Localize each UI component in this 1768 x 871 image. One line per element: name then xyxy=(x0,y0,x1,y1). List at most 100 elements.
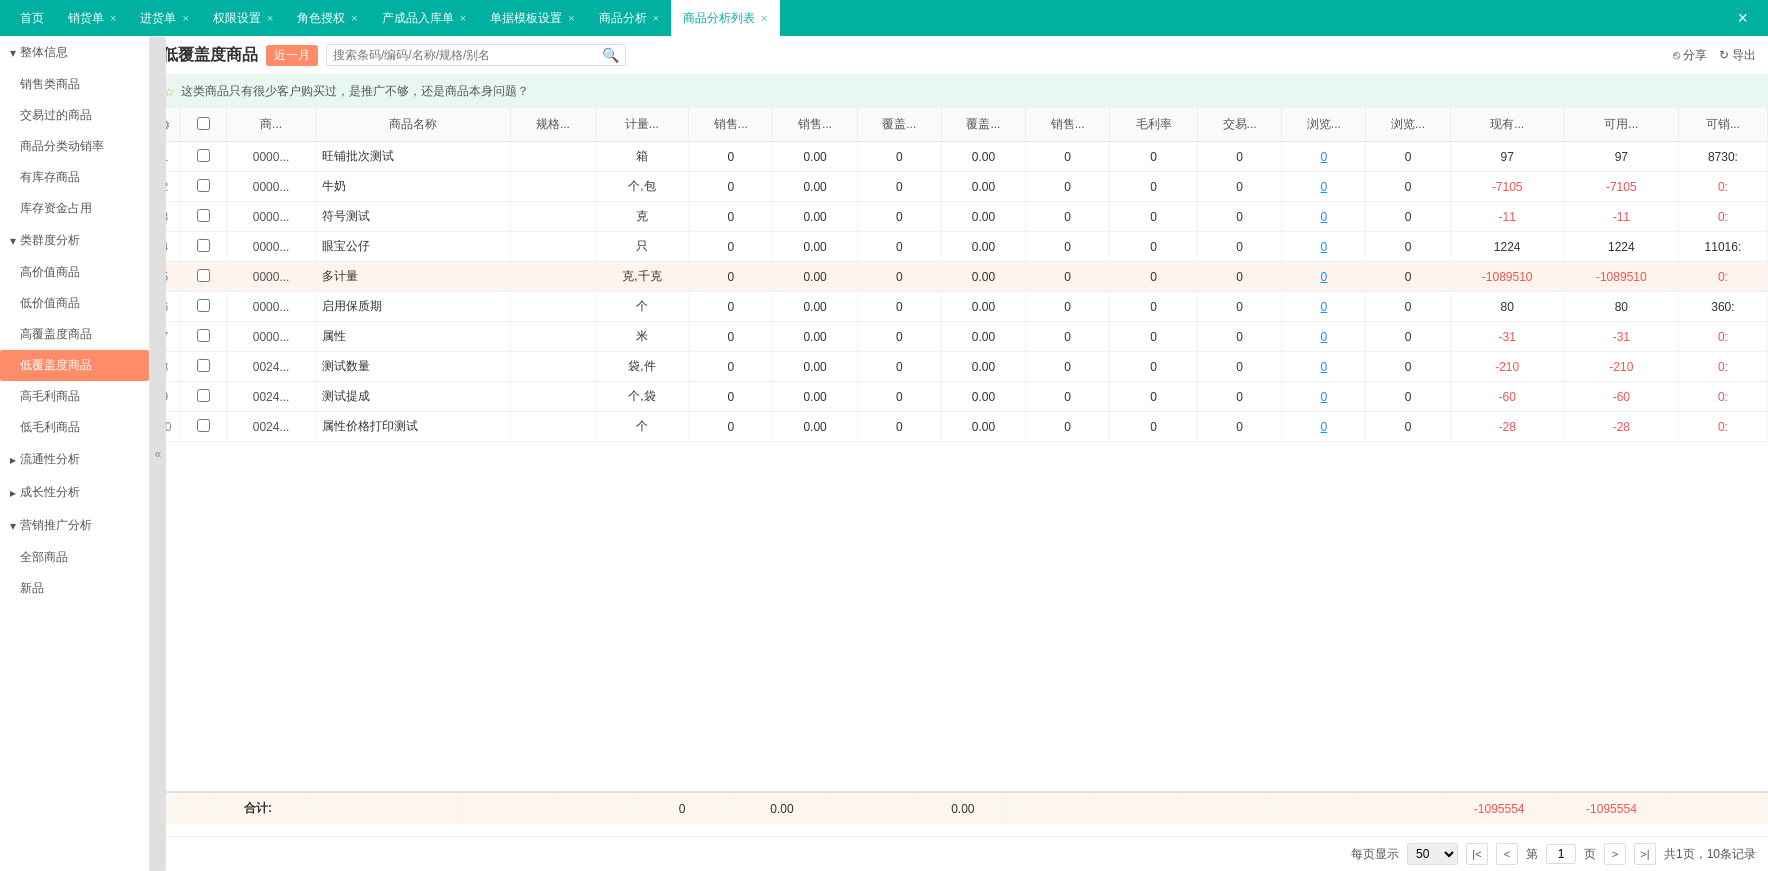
page-number-input[interactable] xyxy=(1546,844,1576,864)
row-code: 0000... xyxy=(227,142,316,172)
sidebar-item-low-value[interactable]: 低价值商品 xyxy=(0,288,149,319)
sidebar-item-all-goods[interactable]: 全部商品 xyxy=(0,542,149,573)
nav-sales-order[interactable]: 销货单 × xyxy=(56,0,128,36)
col-trade-header[interactable]: 交易... xyxy=(1198,108,1282,142)
search-icon[interactable]: 🔍 xyxy=(602,47,619,63)
chevron-down-icon: ▾ xyxy=(10,46,16,60)
col-gross-rate-header[interactable]: 毛利率 xyxy=(1110,108,1198,142)
totals-sales-qty: 0 xyxy=(632,793,732,824)
row-select-checkbox[interactable] xyxy=(197,269,210,282)
row-select-checkbox[interactable] xyxy=(197,329,210,342)
sidebar-item-inventory-capital[interactable]: 库存资金占用 xyxy=(0,193,149,224)
row-select-checkbox[interactable] xyxy=(197,209,210,222)
window-close-button[interactable]: × xyxy=(1725,8,1760,29)
row-browse1[interactable]: 0 xyxy=(1282,262,1366,292)
col-browse1-header[interactable]: 浏览... xyxy=(1282,108,1366,142)
col-available-header[interactable]: 可用... xyxy=(1564,108,1678,142)
sidebar-item-in-stock-goods[interactable]: 有库存商品 xyxy=(0,162,149,193)
sidebar-item-category-sales-rate[interactable]: 商品分类动销率 xyxy=(0,131,149,162)
sidebar-section-circulation[interactable]: ▸ 流通性分析 xyxy=(0,443,149,476)
nav-close-icon[interactable]: × xyxy=(351,12,357,24)
row-browse1[interactable]: 0 xyxy=(1282,412,1366,442)
col-code-header[interactable]: 商... xyxy=(227,108,316,142)
row-select-checkbox[interactable] xyxy=(197,239,210,252)
col-current-header[interactable]: 现有... xyxy=(1450,108,1564,142)
row-sales-ord: 0 xyxy=(1026,172,1110,202)
period-button[interactable]: 近一月 xyxy=(266,45,318,66)
row-code: 0000... xyxy=(227,322,316,352)
data-table-wrapper: ⚙ 商... 商品名称 规格... 计量... 销售... 销售... 覆盖..… xyxy=(150,108,1768,791)
nav-permission-settings[interactable]: 权限设置 × xyxy=(201,0,285,36)
sidebar-item-high-profit[interactable]: 高毛利商品 xyxy=(0,381,149,412)
row-browse1[interactable]: 0 xyxy=(1282,232,1366,262)
row-sellable: 0: xyxy=(1678,322,1767,352)
sidebar-item-high-coverage[interactable]: 高覆盖度商品 xyxy=(0,319,149,350)
page-size-select[interactable]: 50 20 100 xyxy=(1407,843,1458,865)
sidebar-section-marketing[interactable]: ▾ 营销推广分析 xyxy=(0,509,149,542)
export-button[interactable]: ↻ 导出 xyxy=(1719,47,1756,64)
nav-close-icon[interactable]: × xyxy=(568,12,574,24)
col-unit-header[interactable]: 计量... xyxy=(595,108,689,142)
page-next-button[interactable]: > xyxy=(1604,843,1626,865)
nav-close-icon[interactable]: × xyxy=(653,12,659,24)
row-sales-qty: 0 xyxy=(689,382,773,412)
sidebar-collapse-button[interactable]: « xyxy=(150,36,166,871)
select-all-checkbox[interactable] xyxy=(197,117,210,130)
row-select-checkbox[interactable] xyxy=(197,149,210,162)
row-available: -1089510 xyxy=(1564,262,1678,292)
row-sales-ord: 0 xyxy=(1026,322,1110,352)
sidebar-item-new-goods[interactable]: 新品 xyxy=(0,573,149,604)
horizontal-scrollbar[interactable] xyxy=(150,824,1768,836)
sidebar-item-traded-goods[interactable]: 交易过的商品 xyxy=(0,100,149,131)
row-browse1[interactable]: 0 xyxy=(1282,352,1366,382)
col-coverage2-header[interactable]: 覆盖... xyxy=(941,108,1025,142)
row-browse1[interactable]: 0 xyxy=(1282,172,1366,202)
nav-close-icon[interactable]: × xyxy=(182,12,188,24)
nav-template-settings[interactable]: 单据模板设置 × xyxy=(478,0,586,36)
row-select-checkbox[interactable] xyxy=(197,179,210,192)
row-select-checkbox[interactable] xyxy=(197,389,210,402)
row-spec xyxy=(511,232,595,262)
row-browse1[interactable]: 0 xyxy=(1282,292,1366,322)
page-first-button[interactable]: |< xyxy=(1466,843,1488,865)
col-browse2-header[interactable]: 浏览... xyxy=(1366,108,1450,142)
row-browse1[interactable]: 0 xyxy=(1282,202,1366,232)
sidebar-item-sales-goods[interactable]: 销售类商品 xyxy=(0,69,149,100)
sidebar-section-growth[interactable]: ▸ 成长性分析 xyxy=(0,476,149,509)
nav-close-icon[interactable]: × xyxy=(460,12,466,24)
row-current: -210 xyxy=(1450,352,1564,382)
search-input[interactable] xyxy=(333,48,602,62)
nav-product-analysis[interactable]: 商品分析 × xyxy=(587,0,671,36)
nav-close-icon[interactable]: × xyxy=(761,12,767,24)
page-last-button[interactable]: >| xyxy=(1634,843,1656,865)
sidebar-section-overall[interactable]: ▾ 整体信息 xyxy=(0,36,149,69)
share-button[interactable]: ⎋ 分享 xyxy=(1673,47,1707,64)
totals-sales-amt: 0.00 xyxy=(732,793,832,824)
sidebar-item-low-profit[interactable]: 低毛利商品 xyxy=(0,412,149,443)
sidebar-item-high-value[interactable]: 高价值商品 xyxy=(0,257,149,288)
page-prev-button[interactable]: < xyxy=(1496,843,1518,865)
col-coverage1-header[interactable]: 覆盖... xyxy=(857,108,941,142)
row-code: 0024... xyxy=(227,382,316,412)
nav-role-auth[interactable]: 角色授权 × xyxy=(285,0,369,36)
row-select-checkbox[interactable] xyxy=(197,419,210,432)
nav-close-icon[interactable]: × xyxy=(267,12,273,24)
sidebar-section-cluster[interactable]: ▾ 类群度分析 xyxy=(0,224,149,257)
col-sales-qty-header[interactable]: 销售... xyxy=(689,108,773,142)
row-browse1[interactable]: 0 xyxy=(1282,322,1366,352)
row-select-checkbox[interactable] xyxy=(197,299,210,312)
nav-close-icon[interactable]: × xyxy=(110,12,116,24)
col-sales-order-header[interactable]: 销售... xyxy=(1026,108,1110,142)
col-name-header[interactable]: 商品名称 xyxy=(316,108,511,142)
nav-product-inbound[interactable]: 产成品入库单 × xyxy=(370,0,478,36)
nav-home[interactable]: 首页 xyxy=(8,0,56,36)
row-browse1[interactable]: 0 xyxy=(1282,382,1366,412)
nav-purchase-order[interactable]: 进货单 × xyxy=(128,0,200,36)
nav-product-analysis-list[interactable]: 商品分析列表 × xyxy=(671,0,779,36)
col-sellable-header[interactable]: 可销... xyxy=(1678,108,1767,142)
col-spec-header[interactable]: 规格... xyxy=(511,108,595,142)
sidebar-item-low-coverage[interactable]: 低覆盖度商品 xyxy=(0,350,149,381)
row-browse1[interactable]: 0 xyxy=(1282,142,1366,172)
row-select-checkbox[interactable] xyxy=(197,359,210,372)
col-sales-amt-header[interactable]: 销售... xyxy=(773,108,857,142)
